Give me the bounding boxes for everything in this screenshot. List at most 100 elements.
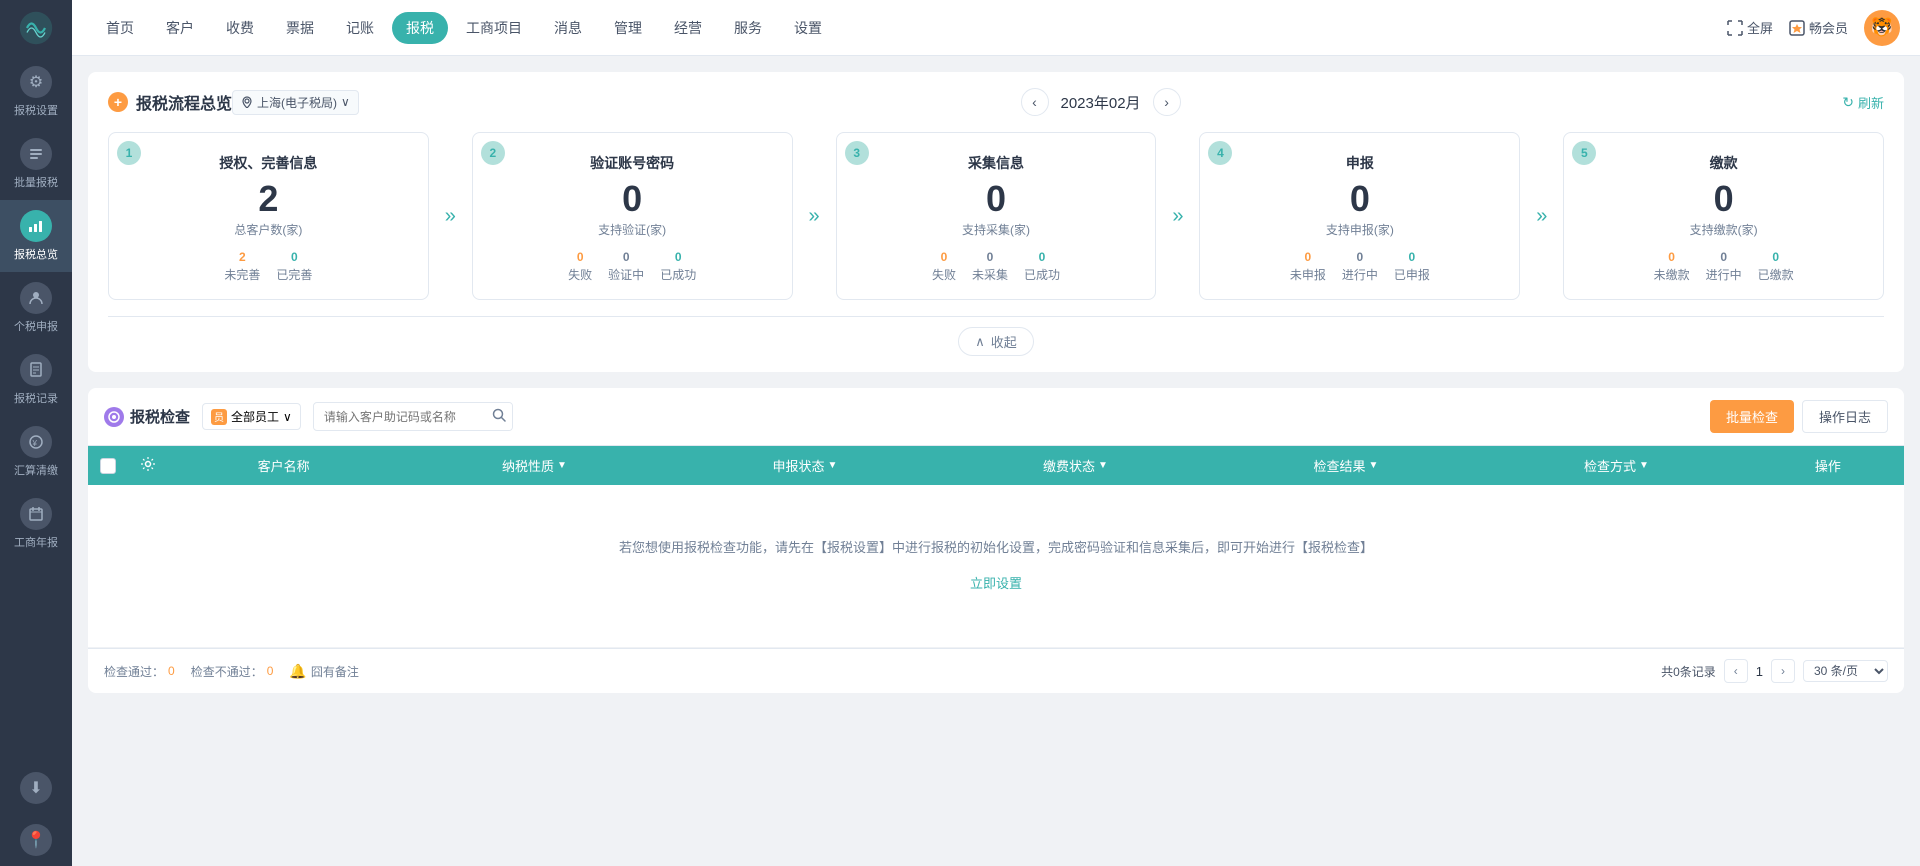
month-nav: ‹ 2023年02月 › [1021, 88, 1181, 116]
th-fee-status[interactable]: 缴费状态 ▼ [940, 446, 1211, 485]
page-size-select[interactable]: 30 条/页 50 条/页 100 条/页 [1803, 660, 1888, 682]
th-check-method[interactable]: 检查方式 ▼ [1481, 446, 1752, 485]
nav-operation[interactable]: 经营 [660, 12, 716, 44]
step-stats-5: 0 未缴款 0 进行中 0 已缴款 [1654, 250, 1794, 283]
location-badge[interactable]: 上海(电子税局) ∨ [232, 90, 359, 115]
sidebar-item-tax-overview[interactable]: 报税总览 [0, 200, 72, 272]
fail-count[interactable]: 0 [267, 664, 274, 678]
sidebar-item-location[interactable]: 📍 [0, 814, 72, 866]
nav-service[interactable]: 服务 [720, 12, 776, 44]
step-stats-4: 0 未申报 0 进行中 0 已申报 [1290, 250, 1430, 283]
overview-card: + 报税流程总览 上海(电子税局) ∨ ‹ 2023年02月 › [88, 72, 1904, 372]
step-number-1: 1 [117, 141, 141, 165]
nav-settings[interactable]: 设置 [780, 12, 836, 44]
step-stats-1: 2 未完善 0 已完善 [224, 250, 312, 283]
sidebar-item-tax-settings[interactable]: ⚙ 报税设置 [0, 56, 72, 128]
nav-invoice[interactable]: 票据 [272, 12, 328, 44]
nav-manage[interactable]: 管理 [600, 12, 656, 44]
step-unit-3: 支持采集(家) [962, 221, 1030, 238]
step-unit-5: 支持缴款(家) [1690, 221, 1758, 238]
step-count-3: 0 [986, 181, 1006, 217]
nav-tax[interactable]: 报税 [392, 12, 448, 44]
app-logo[interactable] [0, 0, 72, 56]
steps-row: 1 授权、完善信息 2 总客户数(家) 2 未完善 0 已完善 [108, 132, 1884, 300]
fullscreen-button[interactable]: 全屏 [1727, 18, 1773, 37]
prev-month-button[interactable]: ‹ [1021, 88, 1049, 116]
step-title-4: 申报 [1346, 153, 1374, 173]
next-page-button[interactable]: › [1771, 659, 1795, 683]
sidebar: ⚙ 报税设置 批量报税 报税总览 个税申报 [0, 0, 72, 866]
step-arrow-4: » [1532, 205, 1551, 228]
staff-icon: 员 [211, 409, 227, 425]
sidebar-bottom: ⬇ 📍 [0, 762, 72, 866]
sidebar-item-annual-report[interactable]: 工商年报 [0, 488, 72, 560]
fee-status-filter-icon: ▼ [1098, 460, 1108, 471]
filter-chevron-icon: ∨ [283, 410, 292, 424]
empty-message: 若您想使用报税检查功能，请先在【报税设置】中进行报税的初始化设置，完成密码验证和… [100, 495, 1892, 637]
step-arrow-1: » [441, 205, 460, 228]
th-check-result[interactable]: 检查结果 ▼ [1211, 446, 1482, 485]
footer-remark: 🔔 囧有备注 [289, 663, 358, 680]
step-number-2: 2 [481, 141, 505, 165]
refresh-button[interactable]: ↻ 刷新 [1842, 93, 1884, 112]
batch-check-button[interactable]: 批量检查 [1710, 400, 1794, 433]
location-badge-icon [241, 96, 253, 108]
chevron-up-icon: ∧ [975, 334, 985, 350]
select-all-checkbox[interactable] [100, 458, 116, 474]
search-input[interactable] [314, 405, 484, 429]
step-number-4: 4 [1208, 141, 1232, 165]
step-unit-2: 支持验证(家) [598, 221, 666, 238]
check-actions: 批量检查 操作日志 [1710, 400, 1888, 433]
step-card-3: 3 采集信息 0 支持采集(家) 0 失败 0 未采集 [836, 132, 1157, 300]
individual-tax-icon [20, 282, 52, 314]
prev-page-button[interactable]: ‹ [1724, 659, 1748, 683]
search-box [313, 402, 513, 431]
step-title-2: 验证账号密码 [590, 153, 674, 173]
fullscreen-icon [1727, 20, 1743, 36]
th-customer-name: 客户名称 [168, 446, 399, 485]
sidebar-item-batch-tax[interactable]: 批量报税 [0, 128, 72, 200]
step-card-5: 5 缴款 0 支持缴款(家) 0 未缴款 0 进行中 [1563, 132, 1884, 300]
step-arrow-3: » [1168, 205, 1187, 228]
stat-unpaid: 0 未缴款 [1654, 250, 1690, 283]
collapse-button[interactable]: ∧ 收起 [958, 327, 1034, 356]
main-container: 首页 客户 收费 票据 记账 报税 工商项目 消息 管理 经营 服务 设置 全屏 [72, 0, 1920, 866]
sidebar-item-individual-tax[interactable]: 个税申报 [0, 272, 72, 344]
setup-link[interactable]: 立即设置 [970, 576, 1022, 591]
sidebar-item-download[interactable]: ⬇ [0, 762, 72, 814]
member-button[interactable]: 畅会员 [1789, 18, 1848, 37]
step-arrow-2: » [805, 205, 824, 228]
check-method-filter-icon: ▼ [1639, 460, 1649, 471]
tax-nature-filter-icon: ▼ [557, 460, 567, 471]
step-unit-1: 总客户数(家) [234, 221, 302, 238]
table-settings-icon[interactable] [140, 456, 156, 472]
content-area: + 报税流程总览 上海(电子税局) ∨ ‹ 2023年02月 › [72, 56, 1920, 866]
search-icon [492, 408, 506, 422]
staff-filter[interactable]: 员 全部员工 ∨ [202, 403, 301, 430]
operation-log-button[interactable]: 操作日志 [1802, 400, 1888, 433]
search-button[interactable] [484, 403, 513, 430]
top-nav: 首页 客户 收费 票据 记账 报税 工商项目 消息 管理 经营 服务 设置 [92, 12, 1703, 44]
nav-message[interactable]: 消息 [540, 12, 596, 44]
nav-home[interactable]: 首页 [92, 12, 148, 44]
user-avatar[interactable]: 🐯 [1864, 10, 1900, 46]
step-count-1: 2 [258, 181, 278, 217]
nav-accounting[interactable]: 记账 [332, 12, 388, 44]
step-stats-3: 0 失败 0 未采集 0 已成功 [932, 250, 1060, 283]
nav-business[interactable]: 工商项目 [452, 12, 536, 44]
nav-customer[interactable]: 客户 [152, 12, 208, 44]
step-count-5: 0 [1714, 181, 1734, 217]
step-card-4: 4 申报 0 支持申报(家) 0 未申报 0 进行中 [1199, 132, 1520, 300]
sidebar-item-clearing[interactable]: ¥ 汇算清缴 [0, 416, 72, 488]
pass-count[interactable]: 0 [168, 664, 175, 678]
th-declare-status[interactable]: 申报状态 ▼ [670, 446, 941, 485]
sidebar-item-tax-record[interactable]: 报税记录 [0, 344, 72, 416]
step-title-5: 缴款 [1710, 153, 1738, 173]
svg-text:¥: ¥ [32, 439, 38, 448]
overview-title: + 报税流程总览 [108, 90, 232, 114]
nav-fee[interactable]: 收费 [212, 12, 268, 44]
next-month-button[interactable]: › [1153, 88, 1181, 116]
pagination: 共0条记录 ‹ 1 › 30 条/页 50 条/页 100 条/页 [1661, 659, 1888, 683]
th-tax-nature[interactable]: 纳税性质 ▼ [399, 446, 670, 485]
stat-success-2: 0 已成功 [660, 250, 696, 283]
